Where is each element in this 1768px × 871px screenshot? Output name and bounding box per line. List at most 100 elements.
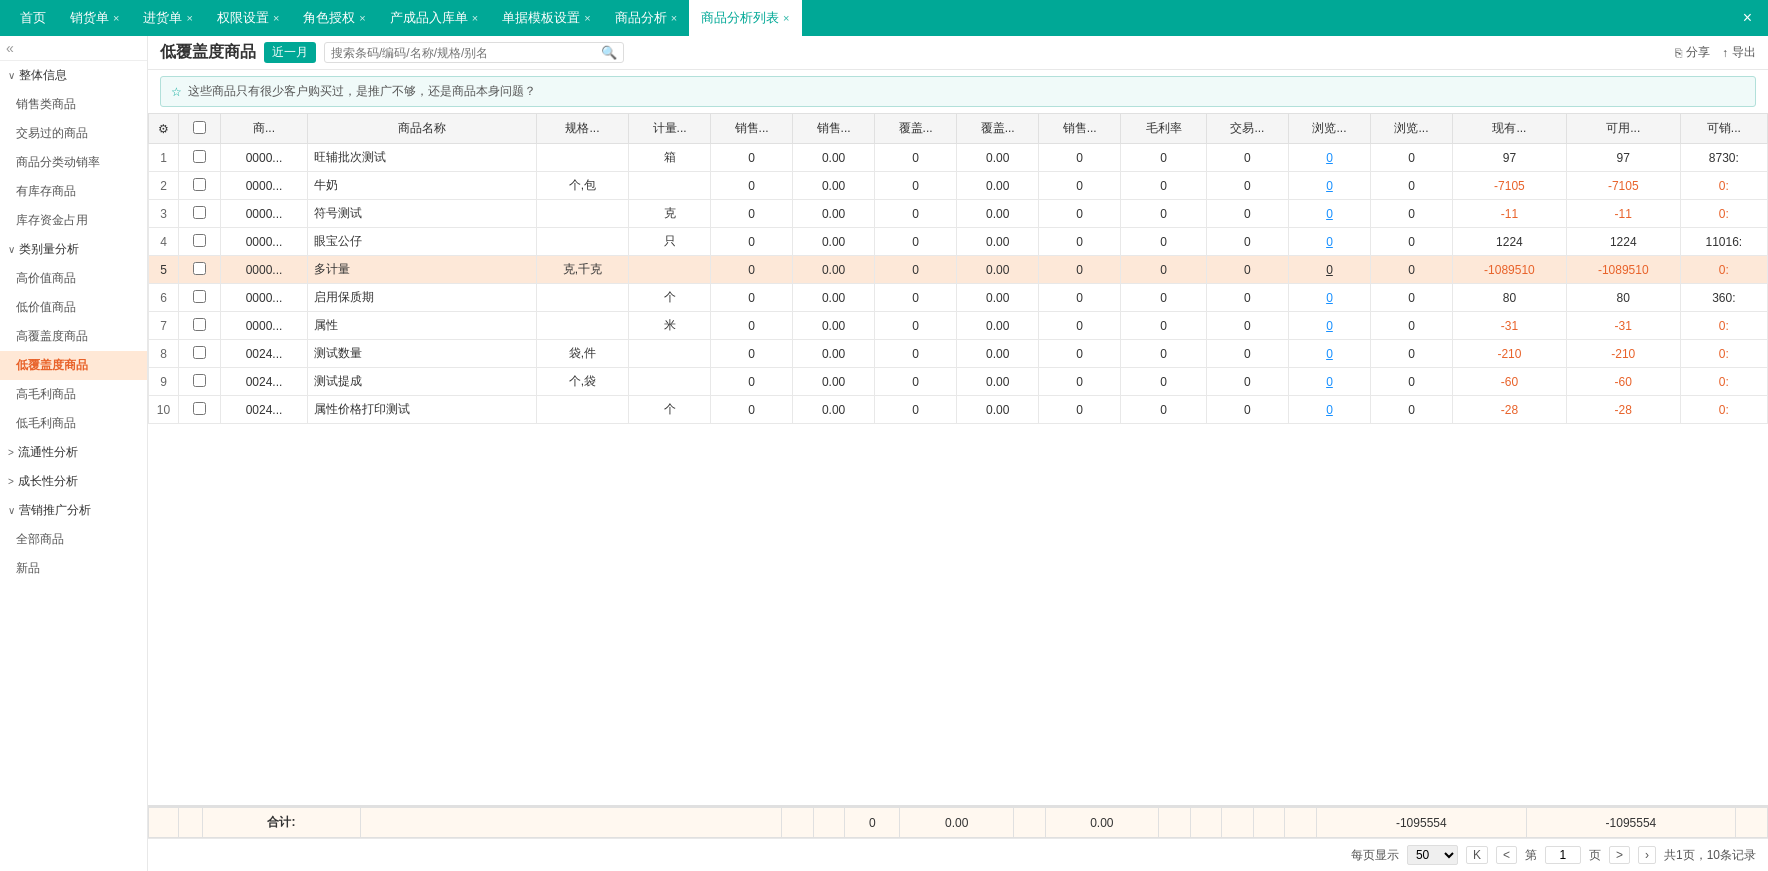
cell-view1[interactable]: 0 [1288, 172, 1370, 200]
sidebar-item-low-margin[interactable]: 低毛利商品 [0, 409, 147, 438]
sidebar-item-low-value[interactable]: 低价值商品 [0, 293, 147, 322]
cell-checkbox[interactable] [179, 312, 221, 340]
cell-view1[interactable]: 0 [1288, 312, 1370, 340]
first-page-button[interactable]: K [1466, 846, 1488, 864]
nav-close-product-analysis[interactable]: × [671, 12, 677, 24]
th-view2[interactable]: 浏览... [1370, 114, 1452, 144]
sidebar-item-inventory-capital[interactable]: 库存资金占用 [0, 206, 147, 235]
th-sellable[interactable]: 可销... [1680, 114, 1767, 144]
page-number-input[interactable] [1545, 846, 1581, 864]
row-checkbox[interactable] [193, 234, 206, 247]
row-checkbox[interactable] [193, 402, 206, 415]
nav-item-finished-goods[interactable]: 产成品入库单 × [378, 0, 490, 36]
th-gross-margin[interactable]: 毛利率 [1121, 114, 1207, 144]
nav-item-purchase[interactable]: 进货单 × [131, 0, 204, 36]
sidebar-item-low-coverage[interactable]: 低覆盖度商品 [0, 351, 147, 380]
th-settings[interactable]: ⚙ [149, 114, 179, 144]
page-size-select[interactable]: 50 20 100 [1407, 845, 1458, 865]
sidebar-item-sales-goods[interactable]: 销售类商品 [0, 90, 147, 119]
row-checkbox[interactable] [193, 290, 206, 303]
prev-page-button[interactable]: < [1496, 846, 1517, 864]
cell-spec [536, 228, 628, 256]
sidebar-item-high-value[interactable]: 高价值商品 [0, 264, 147, 293]
cell-checkbox[interactable] [179, 172, 221, 200]
share-button[interactable]: ⎘ 分享 [1675, 44, 1710, 61]
th-sales3[interactable]: 销售... [1039, 114, 1121, 144]
sidebar-item-new-goods[interactable]: 新品 [0, 554, 147, 583]
sidebar-item-traded-goods[interactable]: 交易过的商品 [0, 119, 147, 148]
cell-checkbox[interactable] [179, 200, 221, 228]
row-checkbox[interactable] [193, 206, 206, 219]
row-checkbox[interactable] [193, 318, 206, 331]
sidebar-section-growth[interactable]: > 成长性分析 [0, 467, 147, 496]
cell-trade: 0 [1206, 368, 1288, 396]
cell-sales-qty: 0 [711, 144, 793, 172]
row-checkbox[interactable] [193, 178, 206, 191]
sidebar-section-marketing[interactable]: ∨ 营销推广分析 [0, 496, 147, 525]
select-all-checkbox[interactable] [193, 121, 206, 134]
cell-checkbox[interactable] [179, 396, 221, 424]
nav-close-sales[interactable]: × [113, 12, 119, 24]
last-page-button[interactable]: › [1638, 846, 1656, 864]
next-page-button[interactable]: > [1609, 846, 1630, 864]
th-spec[interactable]: 规格... [536, 114, 628, 144]
sidebar-section-overall[interactable]: ∨ 整体信息 [0, 61, 147, 90]
th-sales-amount[interactable]: 销售... [793, 114, 875, 144]
nav-item-template[interactable]: 单据模板设置 × [490, 0, 602, 36]
th-trade[interactable]: 交易... [1206, 114, 1288, 144]
nav-close-roles[interactable]: × [359, 12, 365, 24]
cell-checkbox[interactable] [179, 340, 221, 368]
th-name[interactable]: 商品名称 [308, 114, 537, 144]
cell-view1[interactable]: 0 [1288, 144, 1370, 172]
sidebar-section-category[interactable]: ∨ 类别量分析 [0, 235, 147, 264]
period-button[interactable]: 近一月 [264, 42, 316, 63]
nav-item-product-analysis[interactable]: 商品分析 × [603, 0, 689, 36]
window-close-button[interactable]: × [1735, 9, 1760, 27]
th-view1[interactable]: 浏览... [1288, 114, 1370, 144]
cell-view1[interactable]: 0 [1288, 396, 1370, 424]
nav-item-permissions[interactable]: 权限设置 × [205, 0, 291, 36]
cell-checkbox[interactable] [179, 228, 221, 256]
th-unit[interactable]: 计量... [629, 114, 711, 144]
nav-close-purchase[interactable]: × [186, 12, 192, 24]
cell-view1[interactable]: 0 [1288, 228, 1370, 256]
sidebar-item-category-turnover[interactable]: 商品分类动销率 [0, 148, 147, 177]
th-cover1[interactable]: 覆盖... [875, 114, 957, 144]
export-button[interactable]: ↑ 导出 [1722, 44, 1756, 61]
nav-item-roles[interactable]: 角色授权 × [291, 0, 377, 36]
nav-item-product-analysis-list[interactable]: 商品分析列表 × [689, 0, 801, 36]
search-input[interactable] [331, 46, 601, 60]
cell-view1[interactable]: 0 [1288, 200, 1370, 228]
cell-view1[interactable]: 0 [1288, 256, 1370, 284]
row-checkbox[interactable] [193, 346, 206, 359]
sidebar-item-high-coverage[interactable]: 高覆盖度商品 [0, 322, 147, 351]
sidebar-item-stocked-goods[interactable]: 有库存商品 [0, 177, 147, 206]
row-checkbox[interactable] [193, 374, 206, 387]
nav-item-sales[interactable]: 销货单 × [58, 0, 131, 36]
nav-close-template[interactable]: × [584, 12, 590, 24]
sidebar-item-high-margin[interactable]: 高毛利商品 [0, 380, 147, 409]
th-code[interactable]: 商... [220, 114, 307, 144]
cell-view1[interactable]: 0 [1288, 368, 1370, 396]
cell-view1[interactable]: 0 [1288, 340, 1370, 368]
data-table-wrapper[interactable]: ⚙ 商... 商品名称 规格... 计量... 销售... 销售... 覆盖..… [148, 113, 1768, 805]
cell-view1[interactable]: 0 [1288, 284, 1370, 312]
th-sales-qty[interactable]: 销售... [711, 114, 793, 144]
nav-close-permissions[interactable]: × [273, 12, 279, 24]
th-available-stock[interactable]: 可用... [1566, 114, 1680, 144]
nav-close-finished[interactable]: × [472, 12, 478, 24]
th-current-stock[interactable]: 现有... [1453, 114, 1567, 144]
sidebar-section-liquidity[interactable]: > 流通性分析 [0, 438, 147, 467]
cell-checkbox[interactable] [179, 144, 221, 172]
nav-close-product-analysis-list[interactable]: × [783, 12, 789, 24]
row-checkbox[interactable] [193, 150, 206, 163]
th-cover2[interactable]: 覆盖... [957, 114, 1039, 144]
th-checkbox[interactable] [179, 114, 221, 144]
cell-checkbox[interactable] [179, 256, 221, 284]
nav-item-home[interactable]: 首页 [8, 0, 58, 36]
sidebar-toggle[interactable]: « [6, 40, 14, 56]
row-checkbox[interactable] [193, 262, 206, 275]
cell-checkbox[interactable] [179, 368, 221, 396]
cell-checkbox[interactable] [179, 284, 221, 312]
sidebar-item-all-goods[interactable]: 全部商品 [0, 525, 147, 554]
